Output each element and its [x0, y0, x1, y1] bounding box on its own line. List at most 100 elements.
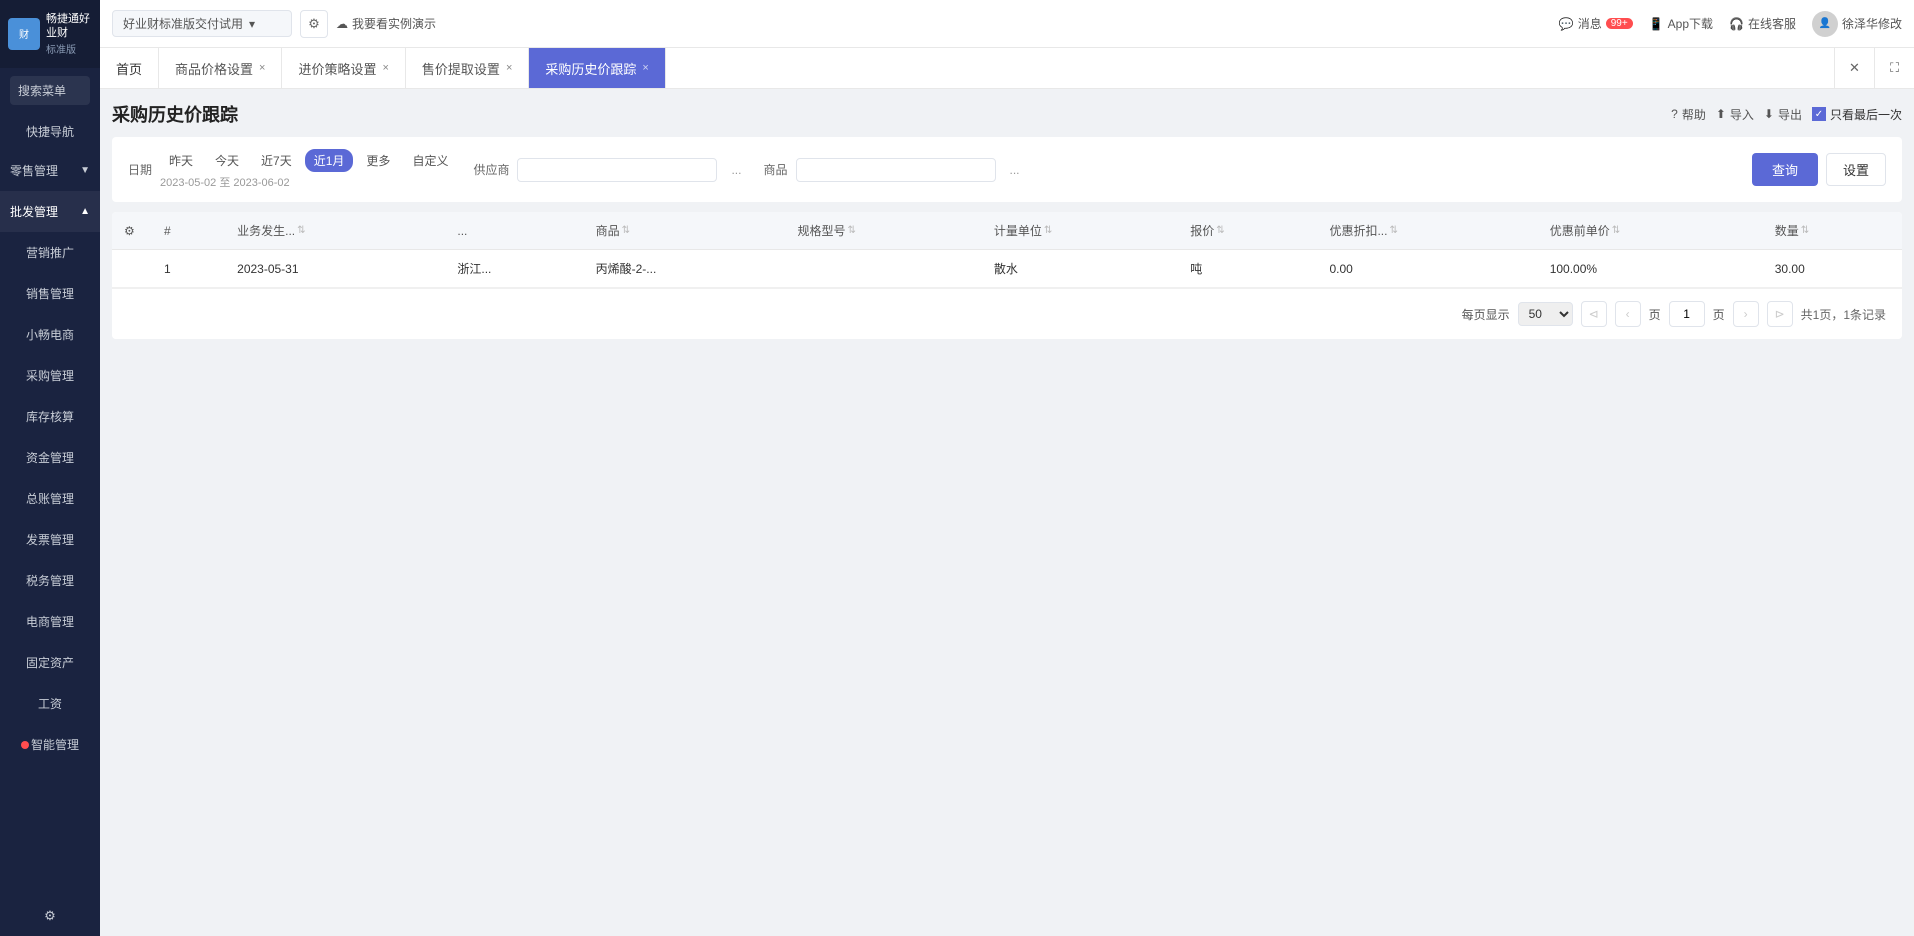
chevron-icon: ▲ [80, 206, 90, 217]
page-header: 采购历史价跟踪 ? 帮助 ⬆ 导入 ⬇ 导出 ✓ 只看最后一次 [112, 101, 1902, 127]
sidebar-item-14[interactable]: 智能管理 [0, 724, 100, 765]
sidebar-menu-label: 税务管理 [26, 574, 74, 588]
message-button[interactable]: 💬 消息 99+ [1559, 15, 1633, 32]
topbar-right: 💬 消息 99+ 📱 App下载 🎧 在线客服 👤 徐泽华修改 [1559, 11, 1902, 37]
sidebar-item-7[interactable]: 资金管理 [0, 437, 100, 478]
date-option-今天[interactable]: 今天 [206, 149, 248, 172]
supplier-input[interactable] [517, 158, 717, 182]
col-header-supplier[interactable]: 商品⇅ [584, 212, 786, 250]
date-option-更多[interactable]: 更多 [357, 149, 399, 172]
sidebar-item-5[interactable]: 采购管理 [0, 355, 100, 396]
sidebar-item-8[interactable]: 总账管理 [0, 478, 100, 519]
chevron-icon: ▼ [80, 165, 90, 176]
col-header-discount[interactable]: 优惠折扣...⇅ [1317, 212, 1537, 250]
version-selector[interactable]: 好业财标准版交付试用 ▾ [112, 10, 292, 37]
col-label: 报价 [1190, 222, 1214, 239]
sidebar-settings-button[interactable]: ⚙ [0, 896, 100, 936]
tab-label-1: 商品价格设置 [175, 59, 253, 78]
sidebar-search-area[interactable]: 搜索菜单 [0, 68, 100, 113]
sidebar-item-2[interactable]: 营销推广 [0, 232, 100, 273]
tab-4[interactable]: 采购历史价跟踪× [529, 48, 665, 88]
product-filter: 商品 ... [763, 158, 1025, 182]
col-header-date[interactable]: 业务发生...⇅ [225, 212, 445, 250]
last-page-button[interactable]: ⊳ [1767, 301, 1793, 327]
sidebar-search-button[interactable]: 搜索菜单 [10, 76, 90, 105]
tab-2[interactable]: 进价策略设置 × [282, 48, 405, 88]
query-button[interactable]: 查询 [1752, 153, 1818, 186]
date-option-自定义[interactable]: 自定义 [403, 149, 457, 172]
sidebar-item-11[interactable]: 电商管理 [0, 601, 100, 642]
sidebar-item-9[interactable]: 发票管理 [0, 519, 100, 560]
import-label: 导入 [1730, 106, 1754, 123]
export-button[interactable]: ⬇ 导出 [1764, 106, 1802, 123]
sort-icon: ⇅ [297, 225, 305, 236]
online-service-button[interactable]: 🎧 在线客服 [1729, 15, 1796, 32]
tab-1[interactable]: 商品价格设置 × [159, 48, 282, 88]
sidebar-item-13[interactable]: 工资 [0, 683, 100, 724]
cell-0-9: 100.00% [1538, 250, 1763, 288]
col-header-settings: ⚙ [112, 212, 152, 250]
maximize-tab-button[interactable]: ⛶ [1874, 48, 1914, 88]
col-label: 计量单位 [994, 222, 1042, 239]
table-body: 12023-05-31浙江...丙烯酸-2-...散水吨0.00100.00%3… [112, 250, 1902, 288]
sidebar-menu-label: 发票管理 [26, 533, 74, 547]
sidebar-quick-nav[interactable]: 快捷导航 [0, 113, 100, 150]
sidebar-item-0[interactable]: 零售管理▼ [0, 150, 100, 191]
logo-icon: 财 [8, 18, 40, 50]
user-menu[interactable]: 👤 徐泽华修改 [1812, 11, 1902, 37]
sidebar-menu-label: 小畅电商 [26, 328, 74, 342]
cell-0-5 [785, 250, 981, 288]
sort-icon: ⇅ [1389, 225, 1397, 236]
sidebar-item-1[interactable]: 批发管理▲ [0, 191, 100, 232]
tab-3[interactable]: 售价提取设置× [406, 48, 529, 88]
col-header-spec[interactable]: 规格型号⇅ [785, 212, 981, 250]
date-option-近1月[interactable]: 近1月 [305, 149, 354, 172]
first-page-button[interactable]: ⊲ [1581, 301, 1607, 327]
col-header-unit[interactable]: 计量单位⇅ [982, 212, 1178, 250]
prev-page-button[interactable]: ‹ [1615, 301, 1641, 327]
tab-close-3[interactable]: × [506, 62, 512, 74]
sidebar-menu-label: 电商管理 [26, 615, 74, 629]
supplier-more-button[interactable]: ... [725, 161, 747, 179]
date-range: 2023-05-02 至 2023-06-02 [160, 174, 457, 190]
per-page-select[interactable]: 50 100 200 [1518, 302, 1573, 326]
sort-icon: ⇅ [1044, 225, 1052, 236]
col-header-price[interactable]: 报价⇅ [1178, 212, 1317, 250]
tab-close-4[interactable]: × [642, 62, 648, 74]
demo-link[interactable]: ☁ 我要看实例演示 [336, 15, 436, 32]
tab-close-2[interactable]: × [382, 62, 388, 74]
sidebar-item-4[interactable]: 小畅电商 [0, 314, 100, 355]
sidebar-item-6[interactable]: 库存核算 [0, 396, 100, 437]
sidebar-item-12[interactable]: 固定资产 [0, 642, 100, 683]
sidebar-item-3[interactable]: 销售管理 [0, 273, 100, 314]
app-download-button[interactable]: 📱 App下载 [1649, 15, 1713, 32]
help-button[interactable]: ? 帮助 [1671, 106, 1706, 123]
col-header-qty[interactable]: 数量⇅ [1763, 212, 1902, 250]
tab-label-2: 进价策略设置 [298, 59, 376, 78]
close-tab-button[interactable]: ✕ [1834, 48, 1874, 88]
col-label: 规格型号 [797, 222, 845, 239]
col-header-pre_price[interactable]: 优惠前单价⇅ [1538, 212, 1763, 250]
next-page-button[interactable]: › [1733, 301, 1759, 327]
col-header-more: ... [445, 212, 583, 250]
filter-settings-button[interactable]: 设置 [1826, 153, 1886, 186]
sidebar-item-10[interactable]: 税务管理 [0, 560, 100, 601]
product-more-button[interactable]: ... [1004, 161, 1026, 179]
sidebar-menu-label: 资金管理 [26, 451, 74, 465]
tab-close-1[interactable]: × [259, 62, 265, 74]
only-last-checkbox[interactable]: ✓ [1812, 107, 1826, 121]
date-option-近7天[interactable]: 近7天 [252, 149, 301, 172]
table-row: 12023-05-31浙江...丙烯酸-2-...散水吨0.00100.00%3… [112, 250, 1902, 288]
topbar-settings-button[interactable]: ⚙ [300, 10, 328, 38]
import-button[interactable]: ⬆ 导入 [1716, 106, 1754, 123]
sidebar-menu-label: 智能管理 [31, 738, 79, 752]
product-label: 商品 [763, 161, 787, 178]
date-btn-group: 昨天今天近7天近1月更多自定义 [160, 149, 457, 172]
demo-icon: ☁ [336, 17, 348, 31]
product-input[interactable] [796, 158, 996, 182]
tab-0[interactable]: 首页 [100, 48, 159, 88]
date-option-昨天[interactable]: 昨天 [160, 149, 202, 172]
only-last-checkbox-label[interactable]: ✓ 只看最后一次 [1812, 106, 1902, 123]
message-icon: 💬 [1559, 17, 1574, 31]
page-number-input[interactable] [1669, 301, 1705, 327]
